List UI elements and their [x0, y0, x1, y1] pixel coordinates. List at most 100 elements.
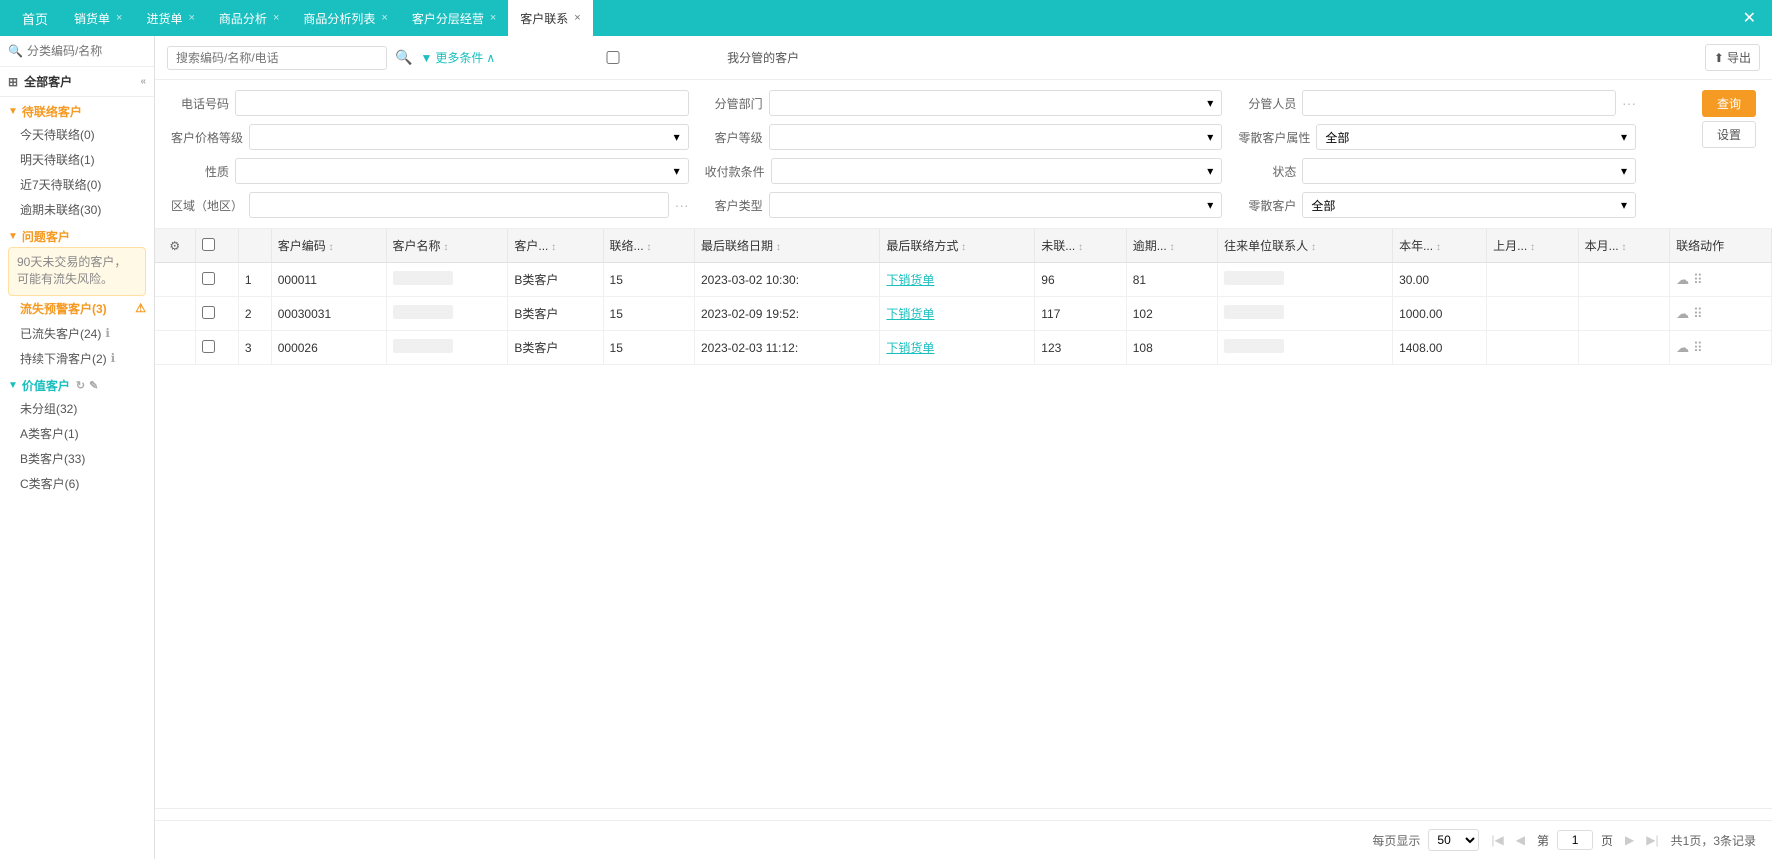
- close-all-button[interactable]: ✕: [1735, 8, 1764, 28]
- filter-status-select[interactable]: ▾: [1302, 158, 1636, 184]
- sidebar-group-pending-contact[interactable]: ▼ 待联络客户: [0, 97, 154, 122]
- next-page-button[interactable]: ▶: [1621, 831, 1638, 849]
- filter-price-level-select[interactable]: ▾: [249, 124, 689, 150]
- filter-phone-label: 电话号码: [171, 95, 229, 112]
- sidebar-all-customers[interactable]: ⊞ 全部客户 «: [0, 67, 154, 97]
- contact-icon-1[interactable]: ☁: [1676, 272, 1689, 288]
- nav-product-analysis-list[interactable]: 商品分析列表 ×: [291, 0, 399, 36]
- sidebar-search-area: 🔍: [0, 36, 154, 67]
- filter-retail-attr-select[interactable]: 全部 ▾: [1316, 124, 1636, 150]
- first-page-button[interactable]: |◀: [1487, 831, 1507, 849]
- td-checkbox-2[interactable]: [195, 297, 238, 331]
- query-button[interactable]: 查询: [1702, 90, 1756, 117]
- filter-customer-level-select[interactable]: ▾: [769, 124, 1223, 150]
- filter-dept-select[interactable]: ▾: [769, 90, 1223, 116]
- nav-product-analysis[interactable]: 商品分析 ×: [207, 0, 291, 36]
- filter-button[interactable]: ▼ 更多条件 ∧: [420, 49, 495, 66]
- th-unit-contact[interactable]: 往来单位联系人: [1218, 229, 1393, 263]
- horizontal-scrollbar-area[interactable]: [155, 808, 1772, 820]
- select-all-checkbox[interactable]: [202, 238, 215, 251]
- sidebar-item-class-c[interactable]: C类客户(6): [0, 471, 154, 496]
- sidebar-item-tomorrow-pending[interactable]: 明天待联络(1): [0, 147, 154, 172]
- td-unit-contact-1: [1218, 263, 1393, 297]
- filter-retail-customer-select[interactable]: 全部 ▾: [1302, 192, 1636, 218]
- close-purchase-tab[interactable]: ×: [188, 12, 194, 24]
- th-overdue[interactable]: 逾期...: [1126, 229, 1217, 263]
- export-button[interactable]: ⬆ 导出: [1705, 44, 1760, 71]
- last-page-button[interactable]: ▶|: [1642, 831, 1662, 849]
- sidebar-collapse-icon[interactable]: «: [140, 76, 146, 87]
- sidebar-item-today-pending[interactable]: 今天待联络(0): [0, 122, 154, 147]
- th-type[interactable]: 客户...: [508, 229, 603, 263]
- close-product-analysis-list-tab[interactable]: ×: [381, 12, 387, 24]
- row-checkbox-3[interactable]: [202, 340, 215, 353]
- th-last-contact-date[interactable]: 最后联络日期: [694, 229, 879, 263]
- th-checkbox[interactable]: [195, 229, 238, 263]
- th-name[interactable]: 客户名称: [386, 229, 508, 263]
- sidebar-item-class-a[interactable]: A类客户(1): [0, 421, 154, 446]
- more-action-icon-1[interactable]: ⠿: [1693, 272, 1703, 288]
- sidebar-search-input[interactable]: [27, 44, 146, 58]
- nav-home[interactable]: 首页: [8, 0, 62, 36]
- filter-payment-terms-select[interactable]: ▾: [771, 158, 1223, 184]
- filter-manager-select[interactable]: [1302, 90, 1616, 116]
- td-last-contact-way-2[interactable]: 下销货单: [880, 297, 1035, 331]
- td-checkbox-3[interactable]: [195, 331, 238, 365]
- sidebar-item-declining[interactable]: 持续下滑客户(2) ℹ: [0, 346, 154, 371]
- th-not-contacted[interactable]: 未联...: [1035, 229, 1126, 263]
- nav-sales[interactable]: 销货单 ×: [62, 0, 134, 36]
- page-size-select[interactable]: 50 10 20 100: [1428, 829, 1479, 851]
- sidebar-item-week-pending[interactable]: 近7天待联络(0): [0, 172, 154, 197]
- filter-region-input[interactable]: [249, 192, 669, 218]
- filter-nature-select[interactable]: ▾: [235, 158, 689, 184]
- sidebar-item-ungrouped[interactable]: 未分组(32): [0, 396, 154, 421]
- row-checkbox-1[interactable]: [202, 272, 215, 285]
- nav-purchase[interactable]: 进货单 ×: [134, 0, 206, 36]
- page-number-input[interactable]: [1557, 830, 1593, 850]
- close-customer-contact-tab[interactable]: ×: [574, 12, 580, 24]
- sidebar-item-overdue-pending[interactable]: 逾期未联络(30): [0, 197, 154, 222]
- th-last-contact-way[interactable]: 最后联络方式: [880, 229, 1035, 263]
- close-customer-layer-tab[interactable]: ×: [490, 12, 496, 24]
- td-checkbox-1[interactable]: [195, 263, 238, 297]
- settings-button[interactable]: 设置: [1702, 121, 1756, 148]
- sidebar-group-valued[interactable]: ▼ 价值客户 ↻ ✎: [0, 371, 154, 396]
- filter-region-dots[interactable]: ···: [675, 197, 689, 213]
- table-row: 3 000026 B类客户 15 2023-02-03 11:12: 下销货单 …: [155, 331, 1772, 365]
- filter-customer-level: 客户等级 ▾: [705, 124, 1223, 150]
- sidebar-item-class-b[interactable]: B类客户(33): [0, 446, 154, 471]
- filter-customer-type-label: 客户类型: [705, 197, 763, 214]
- filter-manager-dots[interactable]: ···: [1622, 95, 1636, 111]
- contact-icon-2[interactable]: ☁: [1676, 306, 1689, 322]
- contact-icon-3[interactable]: ☁: [1676, 340, 1689, 356]
- td-last-contact-way-1[interactable]: 下销货单: [880, 263, 1035, 297]
- edit-icon[interactable]: ✎: [89, 379, 98, 392]
- close-product-analysis-tab[interactable]: ×: [273, 12, 279, 24]
- nav-customer-contact[interactable]: 客户联系 ×: [508, 0, 592, 36]
- prev-page-button[interactable]: ◀: [1512, 831, 1529, 849]
- sidebar-item-churn-warning[interactable]: 流失预警客户(3) ⚠: [0, 296, 154, 321]
- my-customers-checkbox-label[interactable]: 我分管的客户: [503, 49, 799, 66]
- filter-phone-input[interactable]: [235, 90, 689, 116]
- th-settings[interactable]: ⚙: [155, 229, 195, 263]
- sidebar-group-at-risk[interactable]: ▼ 问题客户: [0, 222, 154, 247]
- more-action-icon-2[interactable]: ⠿: [1693, 306, 1703, 322]
- th-code[interactable]: 客户编码: [271, 229, 386, 263]
- th-last-month[interactable]: 上月...: [1487, 229, 1578, 263]
- th-this-year[interactable]: 本年...: [1393, 229, 1487, 263]
- search-button[interactable]: 🔍: [395, 49, 412, 66]
- search-input[interactable]: [167, 46, 387, 70]
- close-sales-tab[interactable]: ×: [116, 12, 122, 24]
- row-checkbox-2[interactable]: [202, 306, 215, 319]
- th-contact[interactable]: 联络...: [603, 229, 694, 263]
- filter-dept: 分管部门 ▾: [705, 90, 1223, 116]
- nav-customer-layer[interactable]: 客户分层经营 ×: [400, 0, 508, 36]
- th-this-month[interactable]: 本月...: [1578, 229, 1669, 263]
- sidebar-item-churned[interactable]: 已流失客户(24) ℹ: [0, 321, 154, 346]
- table-settings-icon[interactable]: ⚙: [169, 239, 180, 253]
- td-last-contact-way-3[interactable]: 下销货单: [880, 331, 1035, 365]
- filter-customer-type-select[interactable]: ▾: [769, 192, 1223, 218]
- my-customers-checkbox[interactable]: [503, 51, 723, 64]
- refresh-icon[interactable]: ↻: [76, 379, 85, 392]
- more-action-icon-3[interactable]: ⠿: [1693, 340, 1703, 356]
